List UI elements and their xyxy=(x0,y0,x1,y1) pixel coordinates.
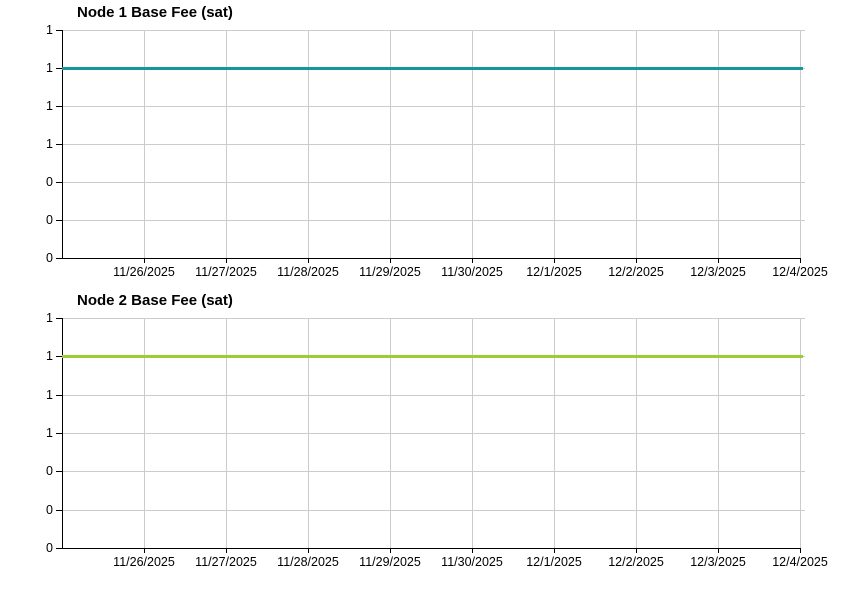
vertical-gridline xyxy=(472,30,473,258)
x-axis-tick xyxy=(144,258,145,263)
x-axis-tick xyxy=(800,548,801,553)
x-axis-tick xyxy=(390,548,391,553)
x-axis-tick xyxy=(226,548,227,553)
x-axis-tick-label: 12/3/2025 xyxy=(690,265,746,279)
y-axis-tick-label: 1 xyxy=(46,388,53,402)
horizontal-gridline xyxy=(63,144,805,145)
x-axis-tick-label: 12/2/2025 xyxy=(608,555,664,569)
x-axis-tick-label: 12/1/2025 xyxy=(526,555,582,569)
vertical-gridline xyxy=(144,318,145,548)
x-axis-tick-label: 11/29/2025 xyxy=(359,265,421,279)
y-axis-tick-label: 1 xyxy=(46,349,53,363)
y-axis-tick-label: 1 xyxy=(46,61,53,75)
y-axis-tick-label: 0 xyxy=(46,251,53,265)
x-axis-tick xyxy=(226,258,227,263)
horizontal-gridline xyxy=(63,318,805,319)
x-axis-tick xyxy=(554,258,555,263)
vertical-gridline xyxy=(718,30,719,258)
y-axis-tick-label: 0 xyxy=(46,464,53,478)
vertical-gridline xyxy=(226,30,227,258)
plot-area-node1: 1 1 1 1 0 0 0 11/26/2025 11/27/2025 11/28/2025 11/… xyxy=(46,23,828,279)
vertical-gridline xyxy=(472,318,473,548)
vertical-gridline xyxy=(226,318,227,548)
fee-charts-dashboard: Node 1 Base Fee (sat) 1 1 1 1 0 0 0 11/26/2025 1… xyxy=(0,0,860,600)
x-axis-tick xyxy=(308,548,309,553)
x-axis-tick-label: 11/26/2025 xyxy=(113,555,175,569)
y-axis-tick-label: 0 xyxy=(46,213,53,227)
chart-title-node1: Node 1 Base Fee (sat) xyxy=(77,4,233,21)
x-axis-tick xyxy=(718,258,719,263)
horizontal-gridline xyxy=(63,106,805,107)
x-axis-tick-label: 11/28/2025 xyxy=(277,265,339,279)
vertical-gridline xyxy=(718,318,719,548)
horizontal-gridline xyxy=(63,471,805,472)
y-axis-tick-label: 1 xyxy=(46,23,53,37)
y-axis-tick-label: 0 xyxy=(46,503,53,517)
x-axis-tick-label: 12/2/2025 xyxy=(608,265,664,279)
y-axis-tick xyxy=(56,106,62,107)
vertical-gridline xyxy=(144,30,145,258)
plot-area-node2: 1 1 1 1 0 0 0 11/26/2025 11/27/2025 11/28/2025 11/… xyxy=(46,311,828,569)
vertical-gridline xyxy=(636,30,637,258)
vertical-gridline xyxy=(800,318,801,548)
vertical-gridline xyxy=(390,318,391,548)
vertical-gridline xyxy=(308,30,309,258)
y-axis-tick-label: 1 xyxy=(46,311,53,325)
vertical-gridline xyxy=(554,318,555,548)
chart-node1-base-fee: Node 1 Base Fee (sat) 1 1 1 1 0 0 0 11/26/2025 1… xyxy=(0,0,860,288)
x-axis-tick-label: 11/27/2025 xyxy=(195,555,257,569)
series-line-node-2-base-fee-sat- xyxy=(62,355,803,358)
x-axis-tick xyxy=(308,258,309,263)
x-axis-tick xyxy=(472,548,473,553)
x-axis-tick-label: 11/27/2025 xyxy=(195,265,257,279)
y-axis-tick xyxy=(56,433,62,434)
horizontal-gridline xyxy=(63,220,805,221)
vertical-gridline xyxy=(800,30,801,258)
x-axis-tick xyxy=(472,258,473,263)
y-axis-tick xyxy=(56,548,62,549)
vertical-gridline xyxy=(636,318,637,548)
chart-node2-base-fee: Node 2 Base Fee (sat) 1 1 1 1 0 0 0 11/26/2025 1… xyxy=(0,288,860,600)
horizontal-gridline xyxy=(63,30,805,31)
x-axis-tick-label: 12/4/2025 xyxy=(772,555,828,569)
vertical-gridline xyxy=(390,30,391,258)
y-axis-tick xyxy=(56,318,62,319)
chart-title-node2: Node 2 Base Fee (sat) xyxy=(77,292,233,309)
x-axis-tick-label: 11/28/2025 xyxy=(277,555,339,569)
y-axis-tick-label: 1 xyxy=(46,99,53,113)
x-axis-tick-label: 11/30/2025 xyxy=(441,555,503,569)
y-axis-tick xyxy=(56,182,62,183)
x-axis-tick xyxy=(144,548,145,553)
y-axis-tick-label: 1 xyxy=(46,426,53,440)
horizontal-gridline xyxy=(63,395,805,396)
y-axis-tick-label: 0 xyxy=(46,541,53,555)
y-axis-tick xyxy=(56,30,62,31)
y-axis-tick xyxy=(56,258,62,259)
vertical-gridline xyxy=(554,30,555,258)
y-axis-tick xyxy=(56,471,62,472)
x-axis-tick xyxy=(800,258,801,263)
x-axis-tick-label: 12/3/2025 xyxy=(690,555,746,569)
vertical-gridline xyxy=(308,318,309,548)
y-axis-tick xyxy=(56,144,62,145)
x-axis-tick xyxy=(636,258,637,263)
x-axis-tick xyxy=(390,258,391,263)
y-axis-tick-label: 0 xyxy=(46,175,53,189)
y-axis-tick-label: 1 xyxy=(46,137,53,151)
y-axis-tick xyxy=(56,220,62,221)
x-axis-tick-label: 12/1/2025 xyxy=(526,265,582,279)
x-axis-tick xyxy=(718,548,719,553)
x-axis-tick-label: 11/26/2025 xyxy=(113,265,175,279)
y-axis-tick xyxy=(56,395,62,396)
x-axis-tick-label: 11/30/2025 xyxy=(441,265,503,279)
horizontal-gridline xyxy=(63,433,805,434)
x-axis-tick xyxy=(636,548,637,553)
horizontal-gridline xyxy=(63,182,805,183)
y-axis-tick xyxy=(56,510,62,511)
series-line-node-1-base-fee-sat- xyxy=(62,67,803,70)
x-axis-tick-label: 11/29/2025 xyxy=(359,555,421,569)
x-axis-tick xyxy=(554,548,555,553)
horizontal-gridline xyxy=(63,510,805,511)
x-axis-tick-label: 12/4/2025 xyxy=(772,265,828,279)
